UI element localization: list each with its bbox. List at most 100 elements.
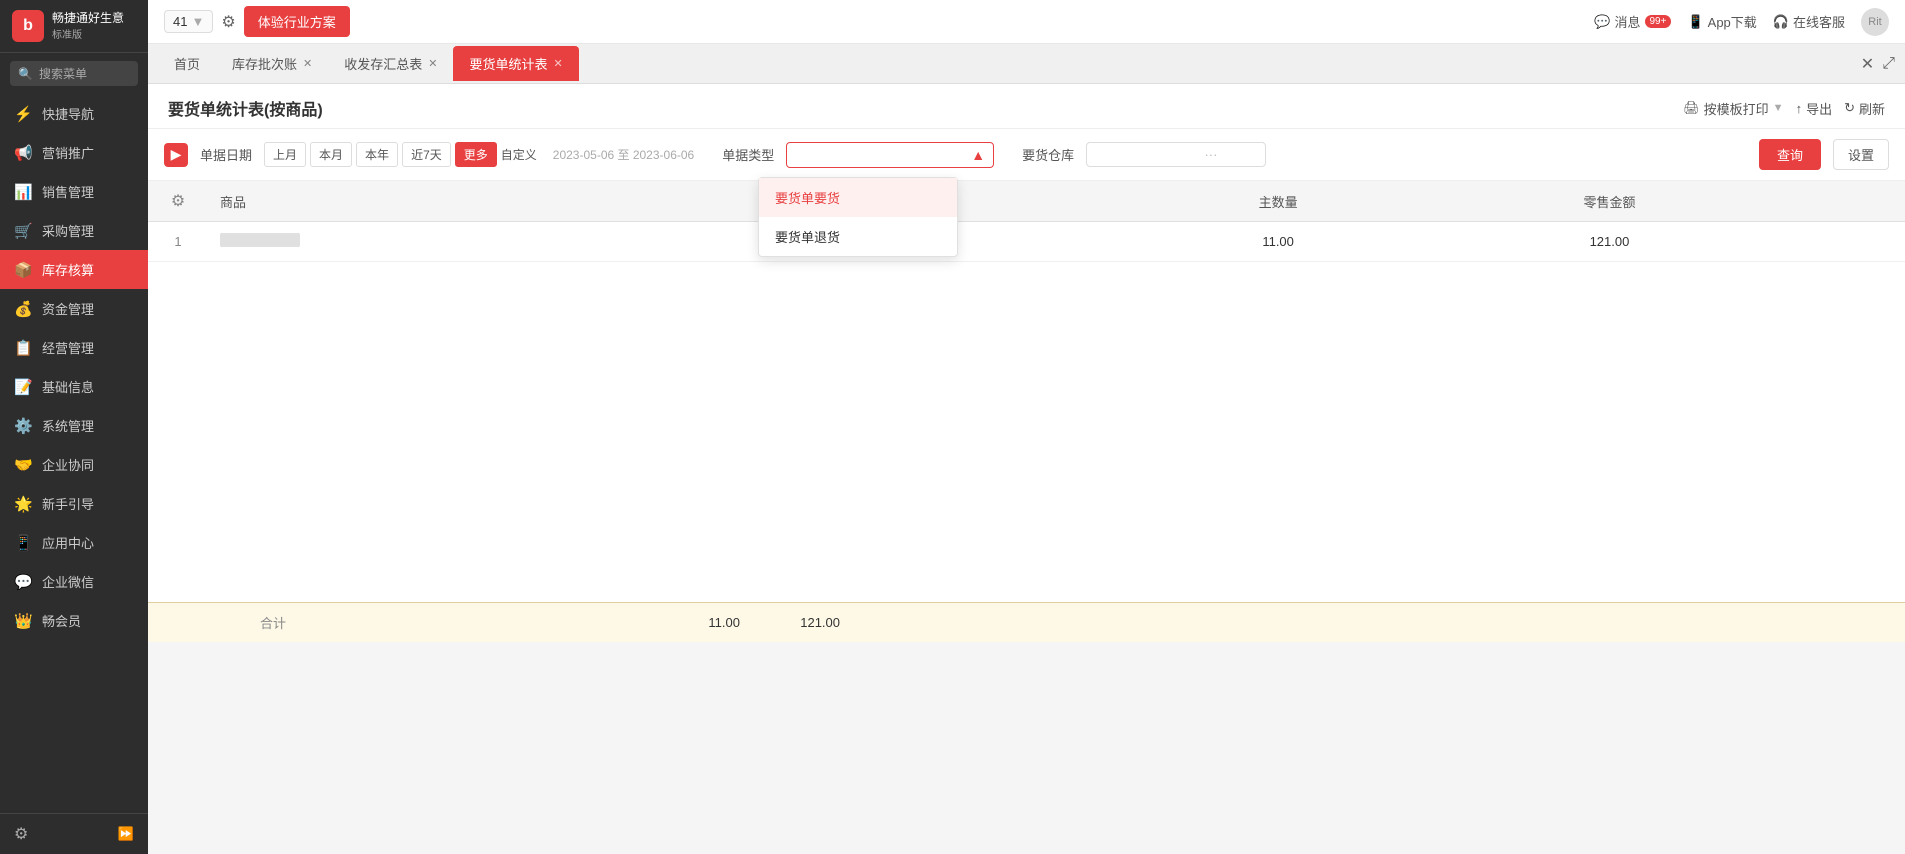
sidebar-item-label: 畅会员 bbox=[42, 611, 81, 630]
user-name: Rit bbox=[1868, 16, 1881, 28]
tab-batch[interactable]: 库存批次账 ✕ bbox=[216, 46, 328, 81]
sidebar-item-enterprise[interactable]: 🤝 企业协同 bbox=[0, 445, 148, 484]
sidebar-item-purchase[interactable]: 🛒 采购管理 bbox=[0, 211, 148, 250]
table-row: 1 块 11.00 121.00 bbox=[148, 222, 1905, 262]
sidebar-search[interactable]: 🔍 搜索菜单 bbox=[10, 61, 138, 86]
refresh-label: 刷新 bbox=[1859, 99, 1885, 118]
user-avatar-btn[interactable]: Rit bbox=[1861, 8, 1889, 36]
col-product-header: 商品 bbox=[208, 181, 704, 222]
messages-btn[interactable]: 💬 消息 99+ bbox=[1594, 12, 1671, 31]
sidebar-nav: ⚡ 快捷导航 📢 营销推广 📊 销售管理 🛒 采购管理 📦 库存核算 💰 资金管… bbox=[0, 94, 148, 813]
tab-summary[interactable]: 收发存汇总表 ✕ bbox=[328, 46, 453, 81]
app-download-btn[interactable]: 📱 App下载 bbox=[1687, 12, 1756, 31]
sidebar-item-marketing[interactable]: 📢 营销推广 bbox=[0, 133, 148, 172]
online-service-label: 在线客服 bbox=[1793, 12, 1845, 31]
sidebar-logo: b 畅捷通好生意 标准版 bbox=[0, 0, 148, 53]
online-service-btn[interactable]: 🎧 在线客服 bbox=[1773, 12, 1845, 31]
app-logo-title: 畅捷通好生意 bbox=[52, 11, 124, 27]
tabbar-actions: ✕ ⤢ bbox=[1861, 54, 1895, 74]
export-btn[interactable]: ↑ 导出 bbox=[1796, 99, 1833, 118]
operation-icon: 📋 bbox=[14, 339, 32, 357]
table-footer: 合计 11.00 121.00 bbox=[148, 602, 1905, 642]
btn-custom[interactable]: 自定义 bbox=[501, 146, 537, 163]
messages-badge: 99+ bbox=[1645, 15, 1672, 28]
close-all-tabs-btn[interactable]: ✕ bbox=[1861, 54, 1874, 74]
tabbar: 首页 库存批次账 ✕ 收发存汇总表 ✕ 要货单统计表 ✕ ✕ ⤢ bbox=[148, 44, 1905, 84]
dropdown-item-order[interactable]: 要货单要货 bbox=[759, 178, 957, 217]
store-selector[interactable]: 41 ▼ bbox=[164, 10, 213, 33]
topbar-right: 💬 消息 99+ 📱 App下载 🎧 在线客服 Rit bbox=[1594, 8, 1889, 36]
store-name: 41 bbox=[173, 14, 187, 29]
warehouse-filter-select[interactable]: ··· bbox=[1086, 142, 1266, 167]
page-header: 要货单统计表(按商品) 🖨 按模板打印 ▼ ↑ 导出 ↻ 刷新 bbox=[148, 84, 1905, 129]
col-settings-header[interactable]: ⚙ bbox=[148, 181, 208, 222]
avatar: Rit bbox=[1861, 8, 1889, 36]
tab-requisition-close[interactable]: ✕ bbox=[554, 57, 563, 70]
type-chevron-up-icon[interactable]: ▲ bbox=[971, 147, 985, 163]
chevron-down-icon: ▼ bbox=[191, 14, 204, 29]
sidebar-item-wechat[interactable]: 💬 企业微信 bbox=[0, 562, 148, 601]
search-icon: 🔍 bbox=[18, 67, 33, 81]
tab-summary-label: 收发存汇总表 bbox=[344, 54, 422, 73]
query-btn[interactable]: 查询 bbox=[1759, 139, 1821, 170]
sidebar-item-basic[interactable]: 📝 基础信息 bbox=[0, 367, 148, 406]
topbar-left: 41 ▼ ⚙ 体验行业方案 bbox=[164, 6, 350, 37]
sidebar-item-label: 企业微信 bbox=[42, 572, 94, 591]
sidebar-item-vip[interactable]: 👑 畅会员 bbox=[0, 601, 148, 640]
warehouse-more-icon[interactable]: ··· bbox=[1204, 147, 1257, 162]
tab-summary-close[interactable]: ✕ bbox=[428, 57, 437, 70]
message-icon: 💬 bbox=[1594, 14, 1610, 30]
page-title: 要货单统计表(按商品) bbox=[168, 96, 323, 120]
filter-expand-btn[interactable]: ▶ bbox=[164, 143, 188, 167]
app-logo-icon: b bbox=[12, 10, 44, 42]
refresh-btn[interactable]: ↻ 刷新 bbox=[1844, 99, 1885, 118]
industry-btn[interactable]: 体验行业方案 bbox=[244, 6, 350, 37]
btn-more[interactable]: 更多 bbox=[455, 142, 497, 167]
sidebar-item-operation[interactable]: 📋 经营管理 bbox=[0, 328, 148, 367]
sidebar-item-quicknav[interactable]: ⚡ 快捷导航 bbox=[0, 94, 148, 133]
app-icon: 📱 bbox=[1687, 14, 1703, 30]
tab-batch-close[interactable]: ✕ bbox=[303, 57, 312, 70]
type-filter-select[interactable]: ▲ bbox=[786, 142, 994, 168]
sidebar-item-newguide[interactable]: 🌟 新手引导 bbox=[0, 484, 148, 523]
sidebar-item-label: 经营管理 bbox=[42, 338, 94, 357]
print-btn[interactable]: 🖨 按模板打印 ▼ bbox=[1683, 99, 1783, 118]
btn-this-month[interactable]: 本月 bbox=[310, 142, 352, 167]
column-settings-icon[interactable]: ⚙ bbox=[171, 193, 185, 210]
sidebar-item-system[interactable]: ⚙️ 系统管理 bbox=[0, 406, 148, 445]
type-filter-label: 单据类型 bbox=[722, 145, 774, 164]
sidebar-collapse-btn[interactable]: ⏩ bbox=[118, 826, 134, 842]
app-download-label: App下载 bbox=[1708, 12, 1757, 31]
service-icon: 🎧 bbox=[1773, 14, 1789, 30]
col-amount-header: 零售金额 bbox=[1428, 181, 1790, 222]
sidebar-item-inventory[interactable]: 📦 库存核算 bbox=[0, 250, 148, 289]
dropdown-item-return[interactable]: 要货单退货 bbox=[759, 217, 957, 256]
sidebar-item-finance[interactable]: 💰 资金管理 bbox=[0, 289, 148, 328]
sidebar-item-label: 企业协同 bbox=[42, 455, 94, 474]
restore-btn[interactable]: ⤢ bbox=[1882, 55, 1895, 73]
newguide-icon: 🌟 bbox=[14, 495, 32, 513]
btn-last-month[interactable]: 上月 bbox=[264, 142, 306, 167]
sidebar-item-sales[interactable]: 📊 销售管理 bbox=[0, 172, 148, 211]
inventory-icon: 📦 bbox=[14, 261, 32, 279]
btn-this-year[interactable]: 本年 bbox=[356, 142, 398, 167]
topbar-gear-icon[interactable]: ⚙ bbox=[221, 12, 235, 32]
tab-home[interactable]: 首页 bbox=[158, 46, 216, 81]
sidebar-item-label: 系统管理 bbox=[42, 416, 94, 435]
product-name-placeholder bbox=[220, 233, 300, 247]
basic-icon: 📝 bbox=[14, 378, 32, 396]
settings-btn[interactable]: 设置 bbox=[1833, 139, 1889, 170]
tab-requisition[interactable]: 要货单统计表 ✕ bbox=[453, 46, 578, 81]
sidebar-settings-icon[interactable]: ⚙ bbox=[14, 824, 28, 844]
data-table: ⚙ 商品 主计量单位 主数量 零售金额 1 bbox=[148, 181, 1905, 262]
btn-recent7[interactable]: 近7天 bbox=[402, 142, 451, 167]
tab-batch-label: 库存批次账 bbox=[232, 54, 297, 73]
table-empty-space bbox=[148, 262, 1905, 602]
sidebar-item-appcenter[interactable]: 📱 应用中心 bbox=[0, 523, 148, 562]
tab-home-label: 首页 bbox=[174, 54, 200, 73]
footer-label: 合计 bbox=[260, 613, 320, 632]
sidebar-item-label: 应用中心 bbox=[42, 533, 94, 552]
type-filter-input[interactable] bbox=[795, 147, 971, 162]
topbar: 41 ▼ ⚙ 体验行业方案 💬 消息 99+ 📱 App下载 🎧 在线客服 bbox=[148, 0, 1905, 44]
sidebar-item-label: 资金管理 bbox=[42, 299, 94, 318]
